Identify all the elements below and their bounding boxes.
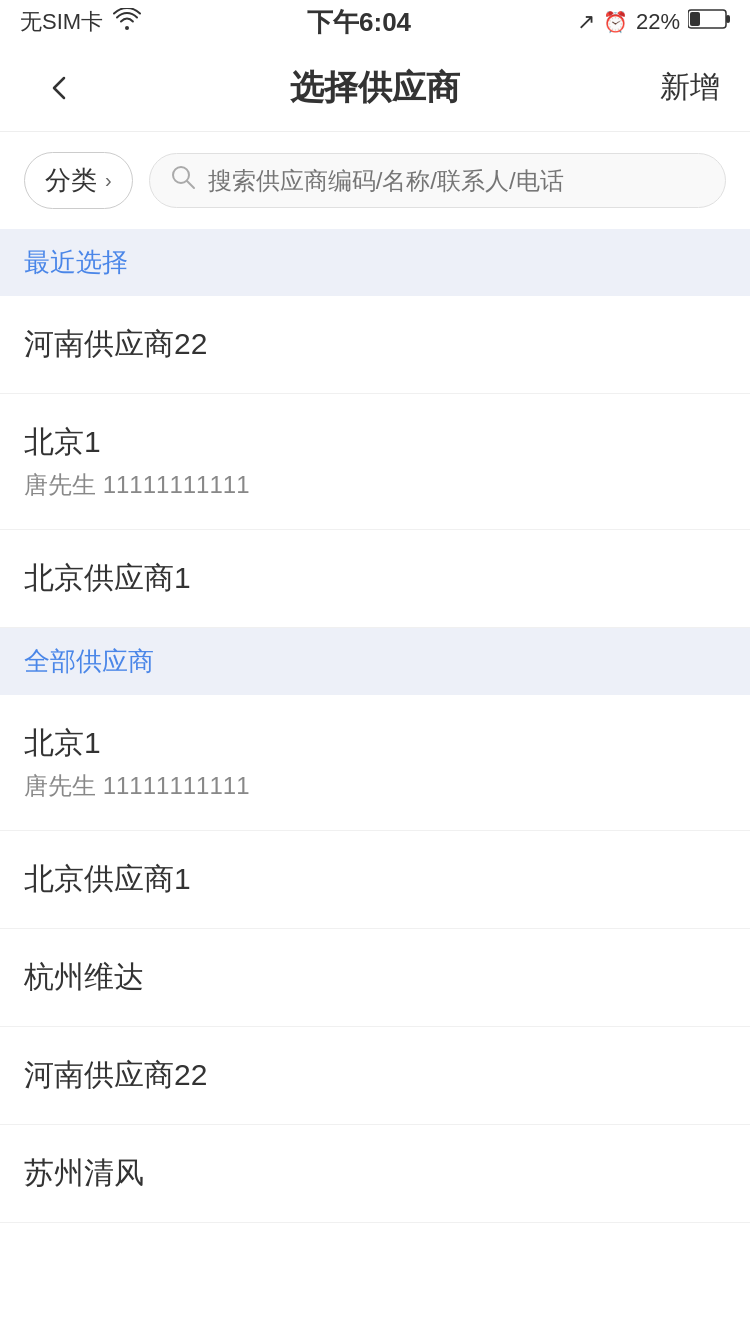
recent-label: 最近选择	[24, 247, 128, 277]
carrier-label: 无SIM卡	[20, 7, 103, 37]
status-bar: 无SIM卡 下午6:04 ↗ ⏰ 22%	[0, 0, 750, 44]
all-item-2[interactable]: 杭州维达	[0, 929, 750, 1027]
all-label: 全部供应商	[24, 646, 154, 676]
page-title: 选择供应商	[290, 65, 460, 111]
recent-item-detail-1: 唐先生 11111111111	[24, 469, 726, 501]
recent-item-name-1: 北京1	[24, 422, 726, 463]
recent-section-header: 最近选择	[0, 229, 750, 296]
status-time: 下午6:04	[307, 5, 411, 40]
search-icon	[170, 164, 196, 197]
all-item-3[interactable]: 河南供应商22	[0, 1027, 750, 1125]
all-section-header: 全部供应商	[0, 628, 750, 695]
battery-icon	[688, 8, 730, 36]
svg-rect-2	[690, 12, 700, 26]
all-item-name-3: 河南供应商22	[24, 1055, 726, 1096]
alarm-icon: ⏰	[603, 10, 628, 34]
status-left: 无SIM卡	[20, 7, 141, 37]
wifi-icon	[113, 8, 141, 36]
all-item-detail-0: 唐先生 11111111111	[24, 770, 726, 802]
recent-item-name-2: 北京供应商1	[24, 558, 726, 599]
status-right: ↗ ⏰ 22%	[577, 8, 730, 36]
chevron-right-icon: ›	[105, 169, 112, 192]
all-items-list: 北京1 唐先生 11111111111 北京供应商1 杭州维达 河南供应商22 …	[0, 695, 750, 1223]
filter-bar: 分类 ›	[0, 132, 750, 229]
recent-item-1[interactable]: 北京1 唐先生 11111111111	[0, 394, 750, 530]
all-item-4[interactable]: 苏州清风	[0, 1125, 750, 1223]
search-input[interactable]	[208, 167, 705, 195]
add-button[interactable]: 新增	[660, 67, 720, 108]
nav-bar: 选择供应商 新增	[0, 44, 750, 132]
all-item-1[interactable]: 北京供应商1	[0, 831, 750, 929]
recent-item-2[interactable]: 北京供应商1	[0, 530, 750, 628]
recent-items-list: 河南供应商22 北京1 唐先生 11111111111 北京供应商1	[0, 296, 750, 628]
svg-line-4	[187, 181, 194, 188]
category-button[interactable]: 分类 ›	[24, 152, 133, 209]
all-item-name-0: 北京1	[24, 723, 726, 764]
search-box[interactable]	[149, 153, 726, 208]
recent-item-name-0: 河南供应商22	[24, 324, 726, 365]
all-item-name-4: 苏州清风	[24, 1153, 726, 1194]
battery-label: 22%	[636, 9, 680, 35]
all-item-0[interactable]: 北京1 唐先生 11111111111	[0, 695, 750, 831]
recent-item-0[interactable]: 河南供应商22	[0, 296, 750, 394]
all-item-name-2: 杭州维达	[24, 957, 726, 998]
back-button[interactable]	[30, 58, 90, 118]
svg-rect-1	[726, 15, 730, 23]
location-icon: ↗	[577, 9, 595, 35]
category-label: 分类	[45, 163, 97, 198]
all-item-name-1: 北京供应商1	[24, 859, 726, 900]
